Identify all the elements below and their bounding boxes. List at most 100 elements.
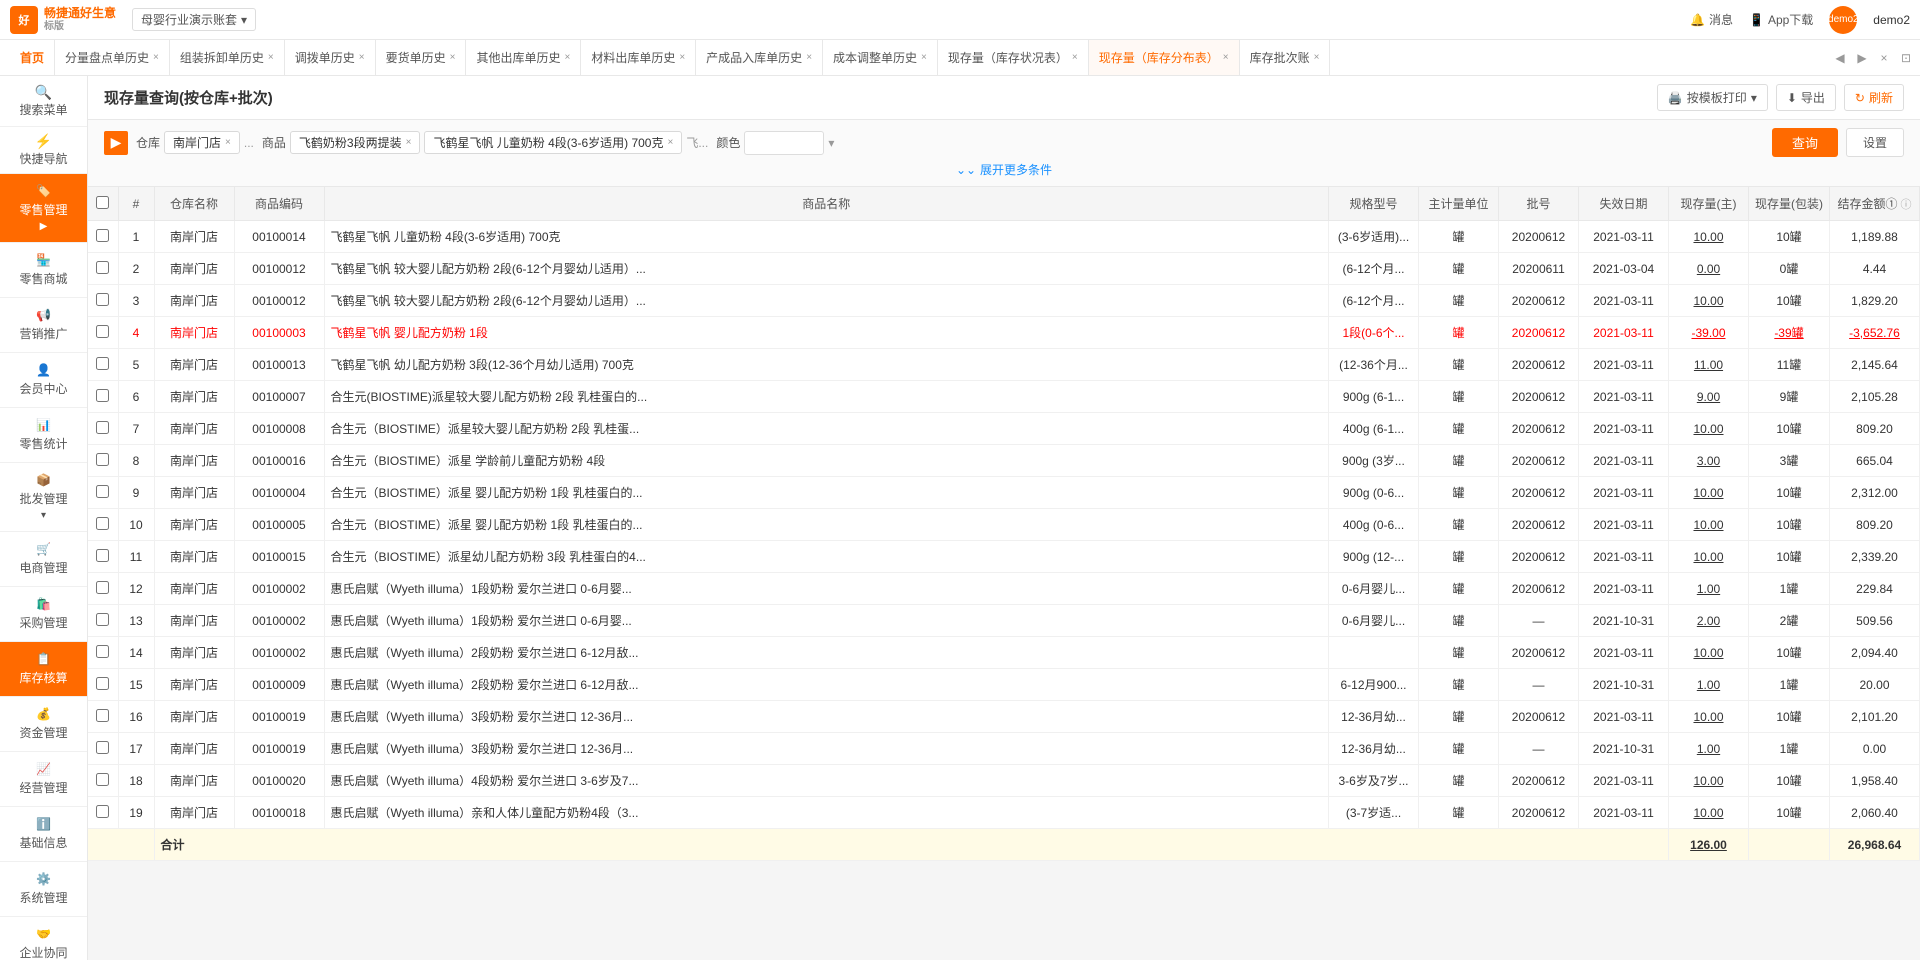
nav-menu-arrow[interactable]: ⊡: [1896, 48, 1916, 68]
close-icon[interactable]: ×: [359, 52, 365, 63]
row-checkbox[interactable]: [96, 517, 109, 530]
row-stock1[interactable]: -39.00: [1669, 317, 1749, 349]
row-stock1[interactable]: 1.00: [1669, 669, 1749, 701]
query-button[interactable]: 查询: [1772, 128, 1838, 157]
row-checkbox-cell[interactable]: [88, 573, 118, 605]
close-icon[interactable]: ×: [921, 52, 927, 63]
remove-product2-icon[interactable]: ×: [667, 137, 673, 148]
row-checkbox-cell[interactable]: [88, 765, 118, 797]
row-stock1[interactable]: 10.00: [1669, 413, 1749, 445]
row-stock1[interactable]: 10.00: [1669, 797, 1749, 829]
row-checkbox-cell[interactable]: [88, 477, 118, 509]
row-stock1[interactable]: 3.00: [1669, 445, 1749, 477]
row-stock1[interactable]: 10.00: [1669, 637, 1749, 669]
row-checkbox[interactable]: [96, 261, 109, 274]
close-icon[interactable]: ×: [806, 52, 812, 63]
sidebar-item-finance[interactable]: 💰 资金管理: [0, 697, 87, 752]
sidebar-item-retail[interactable]: 🏷️ 零售管理 ▶: [0, 174, 87, 243]
row-checkbox-cell[interactable]: [88, 285, 118, 317]
sidebar-item-marketing[interactable]: 📢 营销推广: [0, 298, 87, 353]
row-stock1[interactable]: 9.00: [1669, 381, 1749, 413]
product-tag-2[interactable]: 飞鹤星飞帆 儿童奶粉 4段(3-6岁适用) 700克 ×: [424, 131, 682, 154]
sidebar-item-search[interactable]: 🔍 搜索菜单: [0, 76, 87, 127]
row-checkbox-cell[interactable]: [88, 445, 118, 477]
sidebar-item-quicknav[interactable]: ⚡ 快捷导航: [0, 127, 87, 174]
row-stock1[interactable]: 10.00: [1669, 285, 1749, 317]
close-icon[interactable]: ×: [268, 52, 274, 63]
sidebar-item-ecommerce[interactable]: 🛒 电商管理: [0, 532, 87, 587]
row-checkbox-cell[interactable]: [88, 253, 118, 285]
close-icon[interactable]: ×: [1314, 52, 1320, 63]
row-checkbox[interactable]: [96, 293, 109, 306]
app-download-button[interactable]: 📱 App下载: [1749, 11, 1813, 28]
sidebar-item-purchase[interactable]: 🛍️ 采购管理: [0, 587, 87, 642]
close-icon[interactable]: ×: [1072, 52, 1078, 63]
tab-yaohuo-history[interactable]: 要货单历史 ×: [376, 40, 467, 75]
nav-close-arrow[interactable]: ×: [1874, 48, 1894, 68]
row-checkbox-cell[interactable]: [88, 541, 118, 573]
tab-diaob-history[interactable]: 调拨单历史 ×: [285, 40, 376, 75]
close-icon[interactable]: ×: [1223, 52, 1229, 63]
tab-chengbentiaoz-history[interactable]: 成本调整单历史 ×: [823, 40, 938, 75]
info-icon[interactable]: ⓘ: [1901, 196, 1912, 212]
row-checkbox-cell[interactable]: [88, 605, 118, 637]
tab-fenliang-history[interactable]: 分量盘点单历史 ×: [55, 40, 170, 75]
row-checkbox[interactable]: [96, 773, 109, 786]
expand-filter-button[interactable]: ⌄⌄ 展开更多条件: [956, 161, 1052, 178]
row-checkbox[interactable]: [96, 421, 109, 434]
remove-product1-icon[interactable]: ×: [406, 137, 412, 148]
row-checkbox-cell[interactable]: [88, 509, 118, 541]
row-stock1[interactable]: 10.00: [1669, 541, 1749, 573]
col-checkbox[interactable]: [88, 187, 118, 221]
row-checkbox[interactable]: [96, 581, 109, 594]
sidebar-item-wholesale[interactable]: 📦 批发管理 ▾: [0, 463, 87, 532]
close-icon[interactable]: ×: [564, 52, 570, 63]
row-checkbox[interactable]: [96, 645, 109, 658]
settings-button[interactable]: 设置: [1846, 128, 1904, 157]
close-icon[interactable]: ×: [153, 52, 159, 63]
remove-warehouse-tag-icon[interactable]: ×: [225, 137, 231, 148]
row-checkbox[interactable]: [96, 709, 109, 722]
row-stock1[interactable]: 10.00: [1669, 701, 1749, 733]
row-checkbox[interactable]: [96, 325, 109, 338]
row-stock1[interactable]: 11.00: [1669, 349, 1749, 381]
row-checkbox-cell[interactable]: [88, 797, 118, 829]
row-checkbox-cell[interactable]: [88, 317, 118, 349]
sidebar-item-retail-shop[interactable]: 🏪 零售商城: [0, 243, 87, 298]
nav-prev-arrow[interactable]: ◀: [1830, 48, 1850, 68]
tab-zuzhang-history[interactable]: 组装拆卸单历史 ×: [170, 40, 285, 75]
product-more-icon[interactable]: 飞...: [686, 134, 708, 151]
warehouse-more-icon[interactable]: ...: [244, 136, 254, 150]
messages-button[interactable]: 🔔 消息: [1690, 11, 1733, 28]
row-checkbox-cell[interactable]: [88, 669, 118, 701]
sidebar-item-enterprise[interactable]: 🤝 企业协同: [0, 917, 87, 960]
sidebar-item-members[interactable]: 👤 会员中心: [0, 353, 87, 408]
row-stock1[interactable]: 10.00: [1669, 221, 1749, 253]
row-checkbox-cell[interactable]: [88, 413, 118, 445]
row-checkbox[interactable]: [96, 677, 109, 690]
tab-chancheng-history[interactable]: 产成品入库单历史 ×: [696, 40, 823, 75]
row-checkbox-cell[interactable]: [88, 381, 118, 413]
sidebar-item-system[interactable]: ⚙️ 系统管理: [0, 862, 87, 917]
select-all-checkbox[interactable]: [96, 196, 109, 209]
row-checkbox[interactable]: [96, 229, 109, 242]
row-checkbox[interactable]: [96, 805, 109, 818]
user-avatar[interactable]: demo2: [1829, 6, 1857, 34]
row-checkbox[interactable]: [96, 549, 109, 562]
product-tag-1[interactable]: 飞鹤奶粉3段两提装 ×: [290, 131, 421, 154]
row-checkbox[interactable]: [96, 741, 109, 754]
sidebar-item-retail-stats[interactable]: 📊 零售统计: [0, 408, 87, 463]
tab-qitachuku-history[interactable]: 其他出库单历史 ×: [466, 40, 581, 75]
sidebar-item-inventory[interactable]: 📋 库存核算: [0, 642, 87, 697]
row-checkbox-cell[interactable]: [88, 637, 118, 669]
tab-cailiao-history[interactable]: 材料出库单历史 ×: [581, 40, 696, 75]
close-icon[interactable]: ×: [450, 52, 456, 63]
refresh-button[interactable]: ↻ 刷新: [1844, 84, 1904, 111]
row-checkbox[interactable]: [96, 485, 109, 498]
close-icon[interactable]: ×: [679, 52, 685, 63]
row-checkbox-cell[interactable]: [88, 701, 118, 733]
row-checkbox[interactable]: [96, 613, 109, 626]
tab-xiancunliang-dist[interactable]: 现存量（库存分布表） ×: [1089, 40, 1240, 75]
warehouse-tag[interactable]: 南岸门店 ×: [164, 131, 240, 154]
row-stock1[interactable]: 10.00: [1669, 765, 1749, 797]
